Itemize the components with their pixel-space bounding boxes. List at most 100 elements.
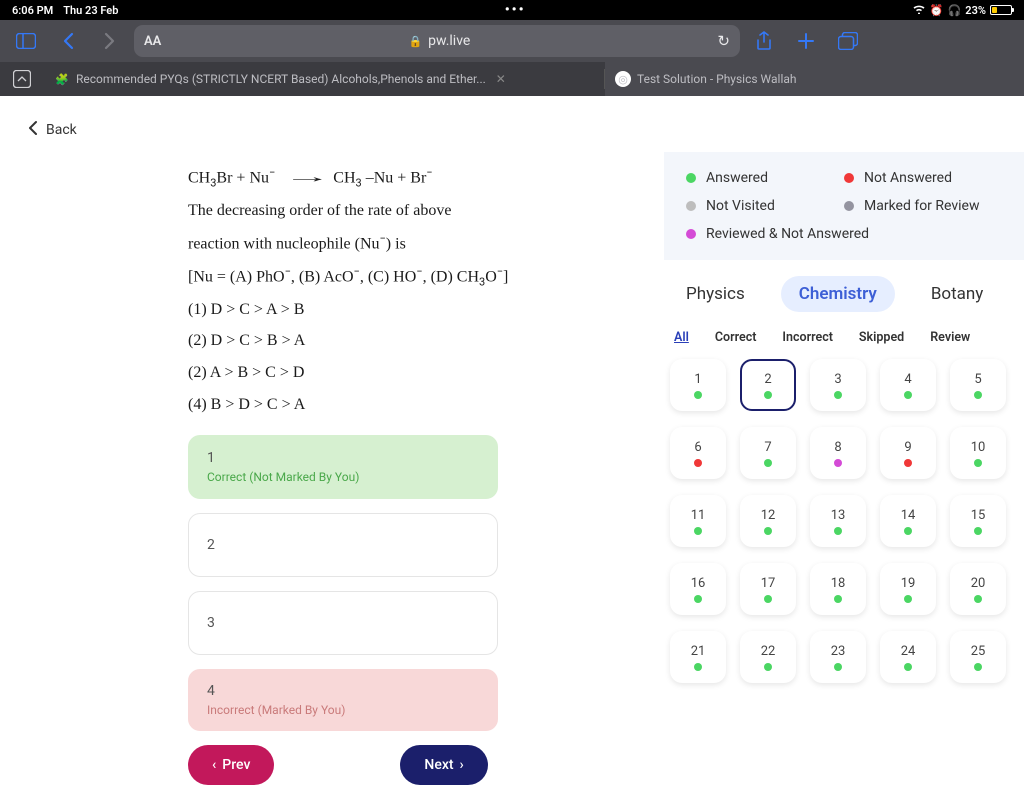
url-bar[interactable]: AA 🔒 pw.live ↻ [134,25,740,57]
filter-tabs: All Correct Incorrect Skipped Review [664,322,1024,359]
status-dot-icon [764,459,772,467]
filter-incorrect[interactable]: Incorrect [782,330,833,345]
stem-line-1: The decreasing order of the rate of abov… [188,198,598,224]
prev-button[interactable]: ‹ Prev [188,745,274,785]
tab0-close-icon[interactable]: ✕ [496,72,506,86]
subject-tab-chemistry[interactable]: Chemistry [781,276,895,312]
nav-forward-icon [92,26,128,56]
question-cell-15[interactable]: 15 [950,495,1006,547]
answer-card-2[interactable]: 2 [188,513,498,577]
legend-not-answered: Not Answered [844,170,1002,186]
answer-num: 4 [207,683,479,699]
status-dot-icon [834,595,842,603]
qcell-number: 14 [901,508,916,523]
qcell-number: 2 [764,372,771,387]
subject-tab-zoo[interactable]: Zoo [1019,276,1024,312]
filter-correct[interactable]: Correct [715,330,757,345]
tab1-favicon: ◎ [615,71,631,87]
status-dot-icon [974,595,982,603]
qcell-number: 11 [691,508,706,523]
headphone-icon: 🎧 [948,4,962,17]
question-cell-22[interactable]: 22 [740,631,796,683]
status-date: Thu 23 Feb [63,4,118,17]
tabs-overview-icon[interactable] [830,26,866,56]
sidebar-toggle-icon[interactable] [8,26,44,56]
reader-aa[interactable]: AA [144,34,161,49]
legend-label: Answered [706,170,768,186]
question-cell-20[interactable]: 20 [950,563,1006,615]
question-cell-19[interactable]: 19 [880,563,936,615]
filter-review[interactable]: Review [930,330,970,345]
answer-num: 2 [207,537,479,553]
browser-tab-1[interactable]: ◎ Test Solution - Physics Wallah [605,62,1024,96]
question-cell-21[interactable]: 21 [670,631,726,683]
dot-icon [844,173,854,183]
option-3: (2) A > B > C > D [188,360,598,386]
question-cell-18[interactable]: 18 [810,563,866,615]
filter-skipped[interactable]: Skipped [859,330,904,345]
question-cell-9[interactable]: 9 [880,427,936,479]
question-cell-11[interactable]: 11 [670,495,726,547]
question-cell-14[interactable]: 14 [880,495,936,547]
status-dot-icon [974,459,982,467]
question-cell-7[interactable]: 7 [740,427,796,479]
qcell-number: 18 [831,576,846,591]
question-cell-4[interactable]: 4 [880,359,936,411]
qcell-number: 12 [761,508,776,523]
question-cell-17[interactable]: 17 [740,563,796,615]
qcell-number: 25 [971,644,986,659]
next-button[interactable]: Next › [400,745,487,785]
status-dot-icon [834,391,842,399]
question-cell-10[interactable]: 10 [950,427,1006,479]
status-dot-icon [764,663,772,671]
ipad-status-bar: 6:06 PM Thu 23 Feb ••• ⏰ 🎧 23% [0,0,1024,20]
share-icon[interactable] [746,26,782,56]
lock-icon: 🔒 [408,35,422,48]
question-cell-6[interactable]: 6 [670,427,726,479]
question-cell-1[interactable]: 1 [670,359,726,411]
option-1: (1) D > C > A > B [188,297,598,323]
question-cell-12[interactable]: 12 [740,495,796,547]
status-dot-icon [834,527,842,535]
dot-icon [686,229,696,239]
question-cell-23[interactable]: 23 [810,631,866,683]
answer-card-4[interactable]: 4Incorrect (Marked By You) [188,669,498,731]
keyboard-caps-icon[interactable] [0,70,44,88]
browser-tab-0[interactable]: 🧩 Recommended PYQs (STRICTLY NCERT Based… [44,62,604,96]
answer-card-3[interactable]: 3 [188,591,498,655]
filter-all[interactable]: All [674,330,689,345]
stem-line-2: reaction with nucleophile (Nu−) is [188,230,598,257]
subject-tab-physics[interactable]: Physics [668,276,763,312]
qcell-number: 23 [831,644,846,659]
qcell-number: 15 [971,508,986,523]
reload-icon[interactable]: ↻ [717,32,730,50]
nav-back-icon[interactable] [50,26,86,56]
qcell-number: 3 [834,372,841,387]
qcell-number: 24 [901,644,916,659]
question-block: CH3Br + Nu− → CH3 –Nu + Br− The decreasi… [188,164,598,785]
safari-toolbar: AA 🔒 pw.live ↻ [0,20,1024,62]
qcell-number: 22 [761,644,776,659]
legend-marked-for-review: Marked for Review [844,198,1002,214]
status-dots: ••• [505,2,526,18]
new-tab-icon[interactable] [788,26,824,56]
status-dot-icon [694,391,702,399]
page-content: Back CH3Br + Nu− → CH3 –Nu + Br− The dec… [0,96,1024,764]
question-cell-2[interactable]: 2 [740,359,796,411]
question-cell-25[interactable]: 25 [950,631,1006,683]
question-cell-8[interactable]: 8 [810,427,866,479]
answer-num: 3 [207,615,479,631]
question-grid: 1234567891011121314151617181920212223242… [664,359,1024,683]
answer-card-1[interactable]: 1Correct (Not Marked By You) [188,435,498,499]
question-cell-3[interactable]: 3 [810,359,866,411]
option-4: (4) B > D > C > A [188,392,598,418]
wifi-icon [912,3,926,17]
subject-tab-botany[interactable]: Botany [913,276,1002,312]
question-cell-13[interactable]: 13 [810,495,866,547]
status-dot-icon [904,595,912,603]
question-cell-5[interactable]: 5 [950,359,1006,411]
back-button[interactable]: Back [28,120,77,140]
question-cell-16[interactable]: 16 [670,563,726,615]
legend-reviewed-not-answered: Reviewed & Not Answered [686,226,1002,242]
question-cell-24[interactable]: 24 [880,631,936,683]
